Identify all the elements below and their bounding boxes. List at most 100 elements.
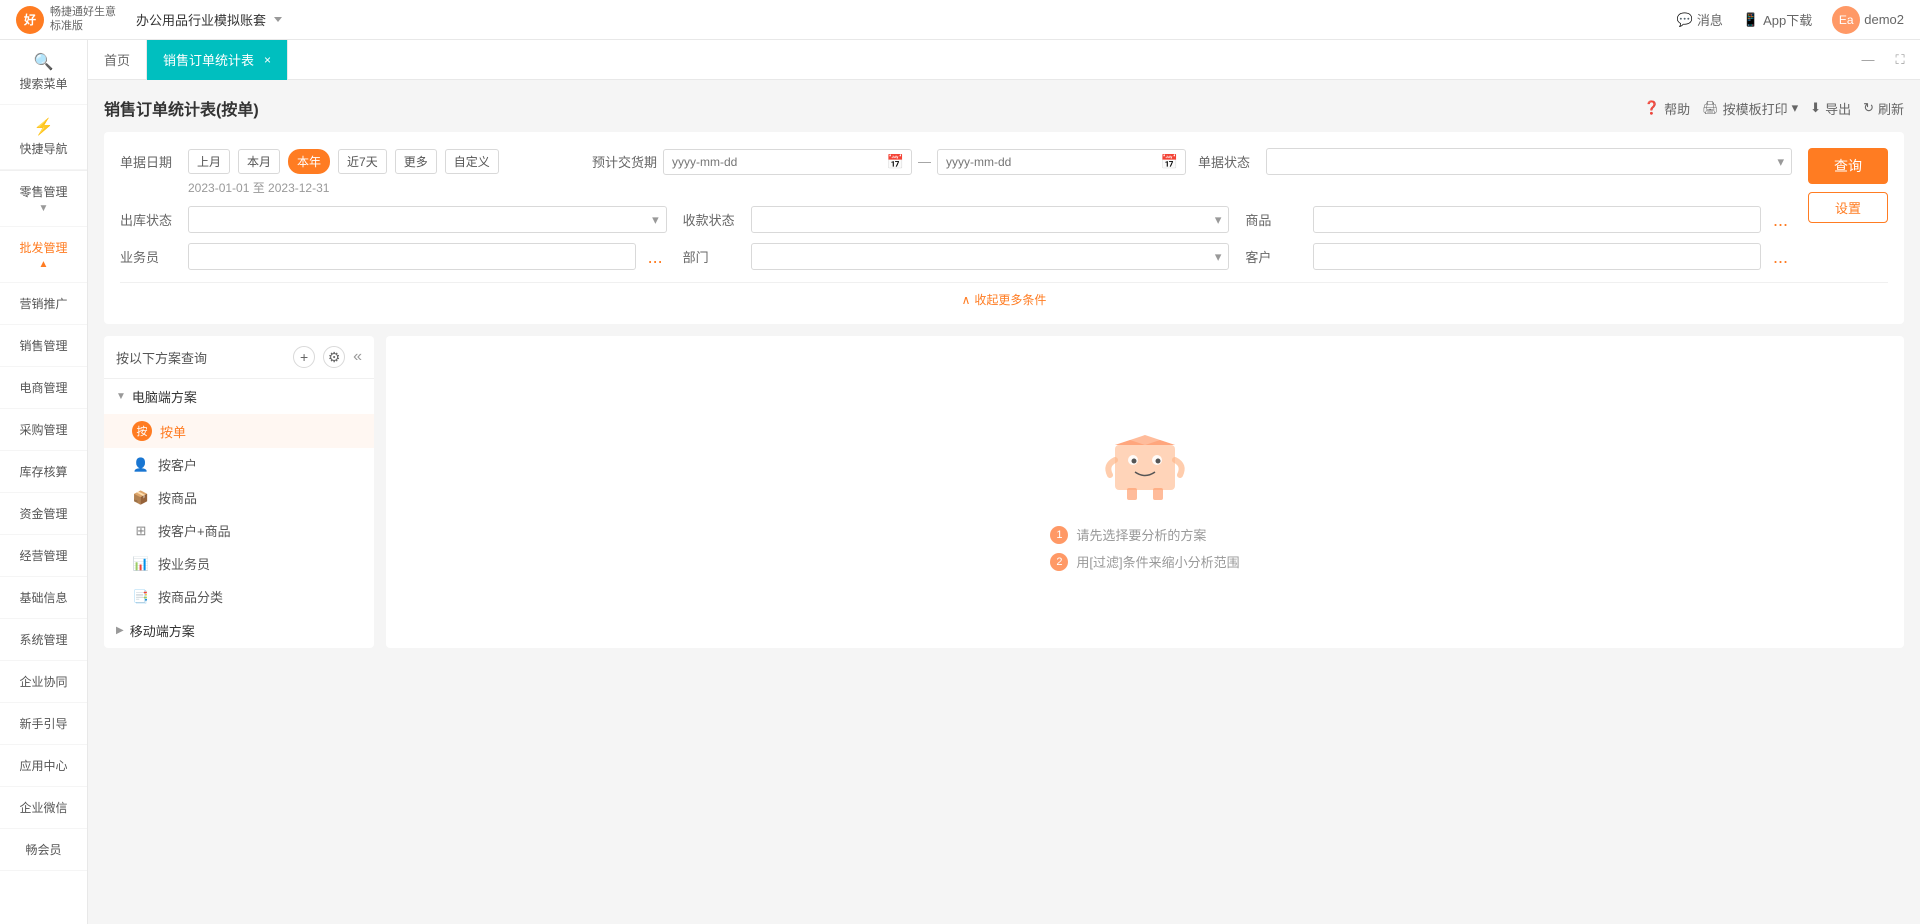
export-button[interactable]: ⬇ 导出 [1810, 99, 1851, 118]
app-download-button[interactable]: 📱 App下载 [1743, 10, 1812, 29]
sidebar-item-enterprise[interactable]: 企业协同 [0, 661, 87, 703]
sidebar-item-inventory[interactable]: 库存核算 [0, 451, 87, 493]
department-select[interactable] [751, 243, 1230, 270]
user-menu[interactable]: Ea demo2 [1832, 6, 1904, 34]
payment-select[interactable] [751, 206, 1230, 233]
chevron-icon: ▼ [39, 203, 49, 214]
settings-button[interactable]: 设置 [1808, 192, 1888, 223]
sidebar-item-system[interactable]: 系统管理 [0, 619, 87, 661]
goods-input[interactable] [1313, 206, 1761, 233]
message-button[interactable]: 💬 消息 [1677, 10, 1723, 29]
expected-date-start-input[interactable] [663, 149, 912, 175]
expected-date-end-input[interactable] [937, 149, 1186, 175]
scheme-group-pc-title[interactable]: ▼ 电脑端方案 [104, 379, 374, 414]
sidebar-item-quick-nav[interactable]: ⚡ 快捷导航 [0, 105, 87, 170]
delivery-select[interactable] [188, 206, 667, 233]
customer-input[interactable] [1313, 243, 1761, 270]
sidebar-item-wechat[interactable]: 企业微信 [0, 787, 87, 829]
sidebar-item-newbie[interactable]: 新手引导 [0, 703, 87, 745]
scheme-panel: 按以下方案查询 + ⚙ « ▼ 电脑端方案 按 按单 [104, 336, 374, 648]
date-btn-this-month[interactable]: 本月 [238, 149, 280, 174]
empty-step-1: 1 请先选择要分析的方案 [1050, 525, 1239, 544]
page-title: 销售订单统计表(按单) [104, 96, 259, 120]
print-button[interactable]: 🖨 按模板打印 ▾ [1702, 99, 1798, 118]
logo-area: 好 畅捷通好生意 标准版 [16, 6, 116, 34]
sidebar-item-wholesale[interactable]: 批发管理 ▲ [0, 227, 87, 283]
sidebar-item-marketing[interactable]: 营销推广 [0, 283, 87, 325]
tab-bar-right: — ⛶ [1856, 48, 1920, 72]
date-btn-custom[interactable]: 自定义 [445, 149, 499, 174]
sidebar-item-purchase[interactable]: 采购管理 [0, 409, 87, 451]
scheme-item-by-order[interactable]: 按 按单 [104, 414, 374, 448]
payment-label: 收款状态 [683, 210, 743, 229]
date-btn-more[interactable]: 更多 [395, 149, 437, 174]
minimize-icon[interactable]: — [1856, 48, 1880, 72]
goods-label: 商品 [1245, 210, 1305, 229]
logo-text: 畅捷通好生意 标准版 [50, 6, 116, 32]
top-bar: 好 畅捷通好生意 标准版 办公用品行业模拟账套 💬 消息 📱 App下载 Ea … [0, 0, 1920, 40]
scheme-item-by-goods-category[interactable]: 📑 按商品分类 [104, 580, 374, 613]
scheme-item-by-salesperson[interactable]: 📊 按业务员 [104, 547, 374, 580]
date-btn-7days[interactable]: 近7天 [338, 149, 387, 174]
scheme-group-pc: ▼ 电脑端方案 按 按单 👤 按客户 📦 按 [104, 379, 374, 613]
goods-dots-button[interactable]: ... [1769, 211, 1792, 229]
sidebar-item-search-menu[interactable]: 🔍 搜索菜单 [0, 40, 87, 105]
tab-close-icon[interactable]: × [264, 53, 271, 67]
collapse-icon: ∧ [962, 293, 971, 307]
date-label: 单据日期 [120, 152, 180, 171]
sidebar-item-member[interactable]: 畅会员 [0, 829, 87, 871]
date-btn-last-month[interactable]: 上月 [188, 149, 230, 174]
tab-sales-order-stats[interactable]: 销售订单统计表 × [147, 40, 288, 80]
print-icon: 🖨 [1702, 100, 1719, 116]
sidebar-item-retail[interactable]: 零售管理 ▼ [0, 171, 87, 227]
print-chevron-icon: ▾ [1792, 100, 1799, 116]
salesperson-dots-button[interactable]: ... [644, 248, 667, 266]
help-button[interactable]: ❓ 帮助 [1644, 99, 1690, 118]
calendar-end-icon: 📅 [1161, 153, 1178, 170]
scheme-group-pc-label: 电脑端方案 [132, 387, 197, 406]
sidebar-item-sales[interactable]: 销售管理 [0, 325, 87, 367]
sidebar-item-basic[interactable]: 基础信息 [0, 577, 87, 619]
maximize-icon[interactable]: ⛶ [1888, 48, 1912, 72]
date-btn-this-year[interactable]: 本年 [288, 149, 330, 174]
box-icon: 📦 [132, 489, 150, 507]
page-header: 销售订单统计表(按单) ❓ 帮助 🖨 按模板打印 ▾ ⬇ 导出 [104, 96, 1904, 120]
scheme-item-by-customer[interactable]: 👤 按客户 [104, 448, 374, 481]
customer-label: 客户 [1245, 247, 1305, 266]
salesperson-input[interactable] [188, 243, 636, 270]
sidebar-item-ecommerce[interactable]: 电商管理 [0, 367, 87, 409]
user-icon: 👤 [132, 456, 150, 474]
bar-chart-icon: 📊 [132, 555, 150, 573]
scheme-group-mobile-title[interactable]: ▶ 移动端方案 [104, 613, 374, 648]
chevron-icon: ▲ [39, 259, 49, 270]
avatar: Ea [1832, 6, 1860, 34]
status-select[interactable] [1266, 148, 1792, 175]
main-layout: 🔍 搜索菜单 ⚡ 快捷导航 零售管理 ▼ 批发管理 ▲ 营销推广 销售管理 电商… [0, 40, 1920, 924]
sidebar-item-operation[interactable]: 经营管理 [0, 535, 87, 577]
step-num-1: 1 [1050, 526, 1068, 544]
scheme-collapse-button[interactable]: « [353, 348, 362, 366]
step-num-2: 2 [1050, 553, 1068, 571]
top-bar-right: 💬 消息 📱 App下载 Ea demo2 [1677, 6, 1904, 34]
query-button[interactable]: 查询 [1808, 148, 1888, 184]
scheme-item-by-customer-goods[interactable]: ⊞ 按客户+商品 [104, 514, 374, 547]
sidebar-item-finance[interactable]: 资金管理 [0, 493, 87, 535]
search-icon: 🔍 [4, 52, 83, 72]
salesperson-label: 业务员 [120, 247, 180, 266]
app-selector[interactable]: 办公用品行业模拟账套 [136, 10, 282, 29]
scheme-add-button[interactable]: + [293, 346, 315, 368]
sidebar-item-appstore[interactable]: 应用中心 [0, 745, 87, 787]
export-icon: ⬇ [1810, 100, 1821, 116]
scheme-item-by-goods[interactable]: 📦 按商品 [104, 481, 374, 514]
calendar-start-icon: 📅 [887, 153, 904, 170]
tab-home[interactable]: 首页 [88, 40, 147, 80]
scheme-group-mobile: ▶ 移动端方案 [104, 613, 374, 648]
scheme-settings-button[interactable]: ⚙ [323, 346, 345, 368]
empty-state: 1 请先选择要分析的方案 2 用[过滤]条件来缩小分析范围 [386, 336, 1904, 648]
collapse-filter-button[interactable]: ∧ 收起更多条件 [120, 291, 1888, 308]
scheme-toolbar: 按以下方案查询 + ⚙ « [104, 336, 374, 379]
delivery-label: 出库状态 [120, 210, 180, 229]
customer-dots-button[interactable]: ... [1769, 248, 1792, 266]
refresh-button[interactable]: ↻ 刷新 [1863, 99, 1904, 118]
filter-panel: 单据日期 上月 本月 本年 近7天 更多 自定义 预计交货期 [104, 132, 1904, 324]
